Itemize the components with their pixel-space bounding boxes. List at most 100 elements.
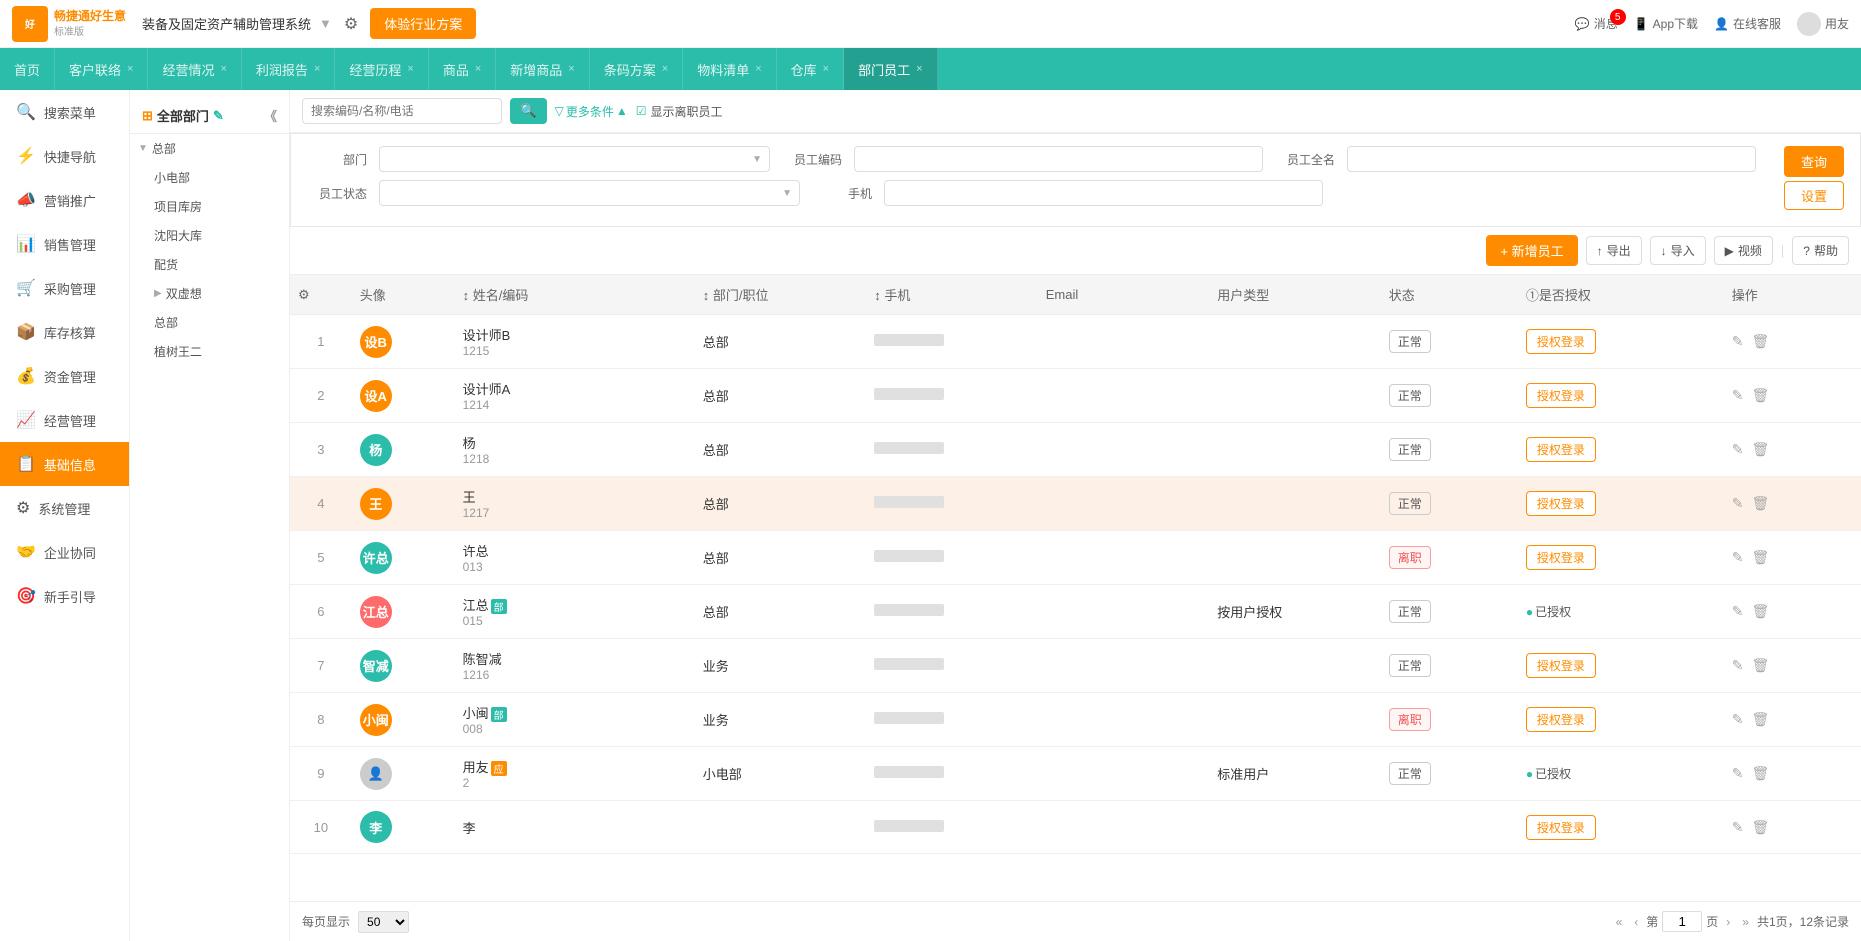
tab-dept-staff[interactable]: 部门员工× — [844, 48, 937, 90]
auth-button[interactable]: 授权登录 — [1526, 329, 1596, 354]
sidebar-item-business[interactable]: 📈 经营管理 — [0, 398, 129, 442]
close-icon[interactable]: × — [916, 63, 922, 75]
last-page-button[interactable]: » — [1738, 915, 1753, 929]
close-icon[interactable]: × — [662, 63, 668, 75]
edit-icon[interactable]: ✎ — [1732, 549, 1744, 566]
edit-icon[interactable]: ✎ — [1732, 333, 1744, 350]
app-download-button[interactable]: 📱 App下载 — [1634, 15, 1698, 32]
video-button[interactable]: ▶ 视频 — [1714, 236, 1773, 265]
dept-select[interactable] — [379, 146, 770, 172]
tab-history[interactable]: 经营历程× — [335, 48, 428, 90]
tab-customer[interactable]: 客户联络× — [55, 48, 148, 90]
sidebar-item-marketing[interactable]: 📣 营销推广 — [0, 178, 129, 222]
col-phone[interactable]: ↕ 手机 — [866, 275, 1038, 315]
delete-icon[interactable]: 🗑 — [1751, 711, 1769, 728]
query-button[interactable]: 查询 — [1784, 146, 1844, 177]
close-icon[interactable]: × — [755, 63, 761, 75]
export-button[interactable]: ↑ 导出 — [1586, 236, 1642, 265]
auth-button[interactable]: 授权登录 — [1526, 653, 1596, 678]
dropdown-arrow-icon[interactable]: ▼ — [319, 16, 332, 31]
edit-icon[interactable]: ✎ — [1732, 603, 1744, 620]
tab-profit[interactable]: 利润报告× — [242, 48, 335, 90]
dept-node-hq[interactable]: 总部 — [138, 308, 289, 337]
auth-button[interactable]: 授权登录 — [1526, 491, 1596, 516]
delete-icon[interactable]: 🗑 — [1751, 387, 1769, 404]
emp-status-select[interactable] — [379, 180, 800, 206]
tab-home[interactable]: 首页 — [0, 48, 55, 90]
delete-icon[interactable]: 🗑 — [1751, 819, 1769, 836]
auth-button[interactable]: 授权登录 — [1526, 545, 1596, 570]
edit-icon[interactable]: ✎ — [1732, 441, 1744, 458]
search-input[interactable] — [302, 98, 502, 124]
import-button[interactable]: ↓ 导入 — [1650, 236, 1706, 265]
per-page-select[interactable]: 50 100 — [358, 911, 409, 933]
message-button[interactable]: 💬 消息 5 — [1575, 15, 1618, 32]
dept-collapse-icon[interactable]: 《 — [264, 106, 277, 125]
close-icon[interactable]: × — [314, 63, 320, 75]
close-icon[interactable]: × — [407, 63, 413, 75]
dept-node-general[interactable]: ▼ 总部 — [130, 134, 289, 163]
delete-icon[interactable]: 🗑 — [1751, 603, 1769, 620]
sidebar-item-collab[interactable]: 🤝 企业协同 — [0, 530, 129, 574]
tab-add-goods[interactable]: 新增商品× — [496, 48, 589, 90]
edit-icon[interactable]: ✎ — [1732, 495, 1744, 512]
col-settings[interactable]: ⚙ — [290, 275, 352, 315]
auth-button[interactable]: 授权登录 — [1526, 707, 1596, 732]
sidebar-item-quicknav[interactable]: ⚡ 快捷导航 — [0, 134, 129, 178]
auth-button[interactable]: 授权登录 — [1526, 383, 1596, 408]
sidebar-item-sales[interactable]: 📊 销售管理 — [0, 222, 129, 266]
dept-node-double[interactable]: ▶ 双虚想 — [138, 279, 289, 308]
user-menu[interactable]: 用友 — [1797, 12, 1849, 36]
online-service-button[interactable]: 👤 在线客服 — [1714, 15, 1781, 32]
edit-icon[interactable]: ✎ — [1732, 387, 1744, 404]
close-icon[interactable]: × — [475, 63, 481, 75]
search-button[interactable]: 🔍 — [510, 98, 547, 124]
tab-barcode[interactable]: 条码方案× — [590, 48, 683, 90]
dept-node-distribution[interactable]: 配货 — [138, 250, 289, 279]
edit-icon[interactable]: ✎ — [1732, 657, 1744, 674]
delete-icon[interactable]: 🗑 — [1751, 765, 1769, 782]
tab-warehouse[interactable]: 仓库× — [777, 48, 844, 90]
sidebar-item-finance[interactable]: 💰 资金管理 — [0, 354, 129, 398]
delete-icon[interactable]: 🗑 — [1751, 441, 1769, 458]
col-name-code[interactable]: ↕ 姓名/编码 — [455, 275, 695, 315]
close-icon[interactable]: × — [568, 63, 574, 75]
set-button[interactable]: 设置 — [1784, 181, 1844, 210]
dept-node-shenyang[interactable]: 沈阳大库 — [138, 221, 289, 250]
delete-icon[interactable]: 🗑 — [1751, 495, 1769, 512]
tab-bom[interactable]: 物料清单× — [683, 48, 776, 90]
close-icon[interactable]: × — [823, 63, 829, 75]
add-employee-button[interactable]: + 新增员工 — [1486, 235, 1577, 266]
tab-goods[interactable]: 商品× — [429, 48, 496, 90]
phone-input[interactable] — [884, 180, 1323, 206]
sidebar-item-inventory[interactable]: 📦 库存核算 — [0, 310, 129, 354]
sidebar-item-system[interactable]: ⚙ 系统管理 — [0, 486, 129, 530]
edit-icon[interactable]: ✎ — [1732, 819, 1744, 836]
sidebar-item-guide[interactable]: 🎯 新手引导 — [0, 574, 129, 618]
more-conditions-toggle[interactable]: ▽ 更多条件 ▲ — [555, 103, 628, 120]
sidebar-item-purchase[interactable]: 🛒 采购管理 — [0, 266, 129, 310]
close-icon[interactable]: × — [127, 63, 133, 75]
help-button[interactable]: ? 帮助 — [1792, 236, 1849, 265]
first-page-button[interactable]: « — [1612, 915, 1627, 929]
emp-code-input[interactable] — [854, 146, 1263, 172]
settings-button[interactable]: ⚙ — [340, 10, 362, 38]
delete-icon[interactable]: 🗑 — [1751, 549, 1769, 566]
tab-operation[interactable]: 经营情况× — [148, 48, 241, 90]
dept-node-project[interactable]: 项目库房 — [138, 192, 289, 221]
sidebar-item-search[interactable]: 🔍 搜索菜单 — [0, 90, 129, 134]
close-icon[interactable]: × — [220, 63, 226, 75]
prev-page-button[interactable]: ‹ — [1630, 915, 1642, 929]
edit-icon[interactable]: ✎ — [1732, 711, 1744, 728]
edit-icon[interactable]: ✎ — [1732, 765, 1744, 782]
sidebar-item-basic[interactable]: 📋 基础信息 — [0, 442, 129, 486]
dept-node-small-elec[interactable]: 小电部 — [138, 163, 289, 192]
auth-button[interactable]: 授权登录 — [1526, 437, 1596, 462]
auth-button[interactable]: 授权登录 — [1526, 815, 1596, 840]
col-dept-position[interactable]: ↕ 部门/职位 — [695, 275, 867, 315]
emp-name-input[interactable] — [1347, 146, 1756, 172]
delete-icon[interactable]: 🗑 — [1751, 657, 1769, 674]
next-page-button[interactable]: › — [1722, 915, 1734, 929]
trial-button[interactable]: 体验行业方案 — [370, 8, 476, 39]
page-number-input[interactable] — [1662, 911, 1702, 932]
